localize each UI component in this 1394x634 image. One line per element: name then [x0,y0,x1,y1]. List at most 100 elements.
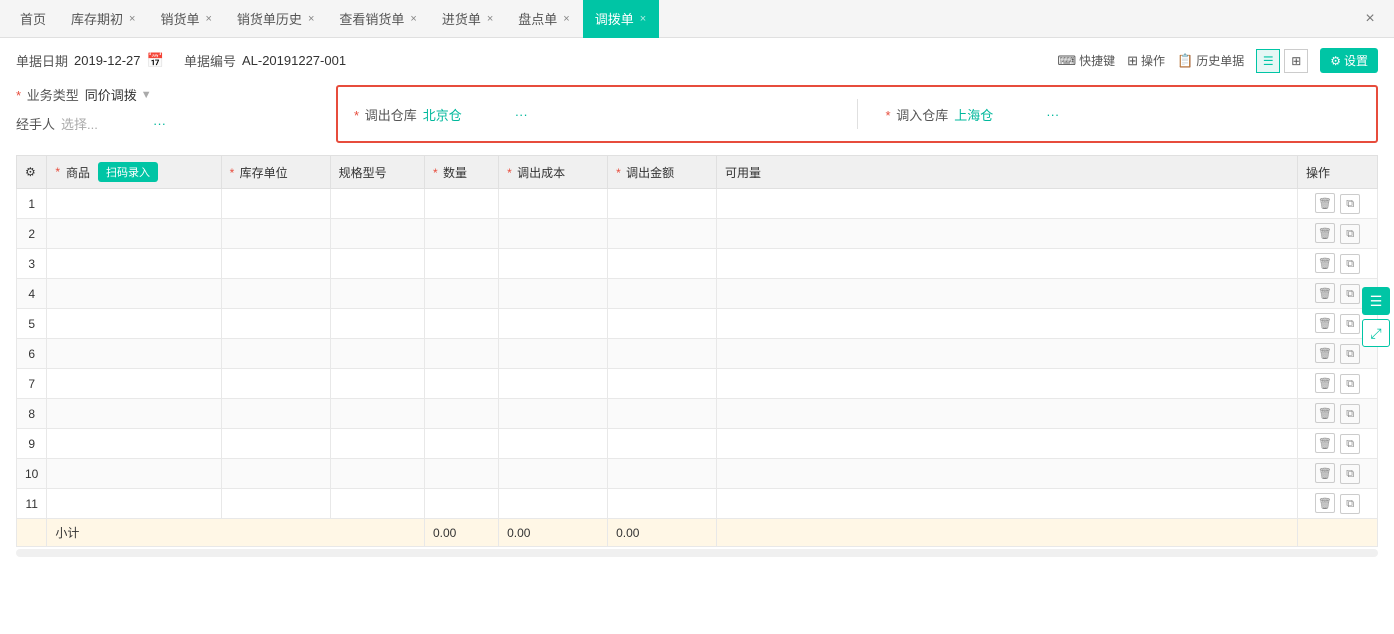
handler-row: 经手人 选择... ··· [16,114,316,133]
tab-view-sales[interactable]: 查看销货单 × [327,0,429,38]
history-link[interactable]: 📋 历史单据 [1177,52,1244,69]
header-actions: ⌨ 快捷键 ⊞ 操作 📋 历史单据 ☰ ⊞ ⚙ 设置 [1057,48,1378,73]
cell-cost-2[interactable] [499,219,608,249]
main-content: 单据日期 2019-12-27 📅 单据编号 AL-20191227-001 ⌨… [0,38,1394,567]
delete-row-10-button[interactable]: 🗑 [1315,463,1335,483]
business-type-row: * 业务类型 同价调拨 ▼ [16,85,316,104]
th-quantity: * 数量 [425,156,499,189]
tab-home[interactable]: 首页 [8,0,59,38]
copy-row-3-button[interactable]: ⧉ [1340,254,1360,274]
cell-cost-3[interactable] [499,249,608,279]
th-product: * 商品 扫码录入 [47,156,221,189]
handler-more-button[interactable]: ··· [153,116,166,131]
scan-button[interactable]: 扫码录入 [98,162,158,182]
tab-sales-history[interactable]: 销货单历史 × [225,0,327,38]
transfer-in-value[interactable]: 上海仓 [954,105,1034,124]
delete-row-5-button[interactable]: 🗑 [1315,313,1335,333]
transfer-out-more-button[interactable]: ··· [515,107,528,122]
tab-close-transfer-order[interactable]: × [640,13,646,25]
tab-sales-order[interactable]: 销货单 × [148,0,224,38]
cell-product-1[interactable] [47,189,221,219]
delete-row-2-button[interactable]: 🗑 [1315,223,1335,243]
cell-product-3[interactable] [47,249,221,279]
settings-gear-icon: ⚙ [1330,54,1341,68]
number-label: 单据编号 [184,51,236,70]
date-value[interactable]: 2019-12-27 [74,53,141,68]
row-num-4: 4 [17,279,47,309]
delete-row-3-button[interactable]: 🗑 [1315,253,1335,273]
cell-unit-2[interactable] [221,219,330,249]
transfer-in-more-button[interactable]: ··· [1046,107,1059,122]
tab-transfer-order[interactable]: 调拨单 × [583,0,659,38]
tab-close-sales-order[interactable]: × [205,13,211,25]
horizontal-scrollbar[interactable] [16,549,1378,557]
delete-row-7-button[interactable]: 🗑 [1315,373,1335,393]
data-table: ⚙ * 商品 扫码录入 * 库存单位 规格型号 [16,155,1378,547]
settings-button[interactable]: ⚙ 设置 [1320,48,1378,73]
table-row: 2 🗑 ⧉ [17,219,1378,249]
cell-quantity-2[interactable] [425,219,499,249]
th-cost: * 调出成本 [499,156,608,189]
delete-row-4-button[interactable]: 🗑 [1315,283,1335,303]
tab-close-inventory-init[interactable]: × [129,13,135,25]
transfer-in-label: * 调入仓库 [886,105,949,124]
cell-amount-1[interactable] [608,189,717,219]
cell-amount-2[interactable] [608,219,717,249]
delete-row-9-button[interactable]: 🗑 [1315,433,1335,453]
form-left: * 业务类型 同价调拨 ▼ 经手人 选择... ··· [16,85,316,133]
business-type-select[interactable]: 同价调拨 ▼ [85,85,152,104]
cell-unit-1[interactable] [221,189,330,219]
tab-close-sales-history[interactable]: × [308,13,314,25]
tab-close-view-sales[interactable]: × [410,13,416,25]
sidebar-list-button[interactable]: ☰ [1362,287,1390,315]
cell-spec-1[interactable] [330,189,424,219]
cell-unit-3[interactable] [221,249,330,279]
cell-available-2[interactable] [717,219,1298,249]
row-num-3: 3 [17,249,47,279]
sidebar-expand-button[interactable]: ⤢ [1362,319,1390,347]
tab-close-inventory-check[interactable]: × [563,13,569,25]
delete-row-8-button[interactable]: 🗑 [1315,403,1335,423]
copy-row-8-button[interactable]: ⧉ [1340,404,1360,424]
grid-list-button[interactable]: ☰ [1256,49,1280,73]
tab-close-purchase-order[interactable]: × [487,13,493,25]
copy-row-11-button[interactable]: ⧉ [1340,494,1360,514]
delete-row-11-button[interactable]: 🗑 [1315,493,1335,513]
table-row: 1 🗑 ⧉ [17,189,1378,219]
subtotal-amount: 0.00 [608,519,717,547]
right-sidebar: ☰ ⤢ [1358,283,1394,351]
cell-quantity-3[interactable] [425,249,499,279]
cell-available-3[interactable] [717,249,1298,279]
cell-cost-1[interactable] [499,189,608,219]
transfer-out-value[interactable]: 北京仓 [423,105,503,124]
cell-product-2[interactable] [47,219,221,249]
tab-inventory-check[interactable]: 盘点单 × [506,0,582,38]
table-gear-icon[interactable]: ⚙ [25,165,36,179]
business-type-dropdown-icon[interactable]: ▼ [141,89,152,101]
copy-row-9-button[interactable]: ⧉ [1340,434,1360,454]
cell-spec-2[interactable] [330,219,424,249]
th-settings[interactable]: ⚙ [17,156,47,189]
tab-purchase-order[interactable]: 进货单 × [430,0,506,38]
cell-spec-3[interactable] [330,249,424,279]
window-close-button[interactable]: × [1354,0,1386,38]
row-num-2: 2 [17,219,47,249]
header-row: 单据日期 2019-12-27 📅 单据编号 AL-20191227-001 ⌨… [16,48,1378,73]
handler-select[interactable]: 选择... [61,114,141,133]
copy-row-2-button[interactable]: ⧉ [1340,224,1360,244]
tab-inventory-init[interactable]: 库存期初 × [59,0,148,38]
calendar-icon[interactable]: 📅 [147,52,164,69]
delete-row-6-button[interactable]: 🗑 [1315,343,1335,363]
copy-row-10-button[interactable]: ⧉ [1340,464,1360,484]
transfer-out-label: * 调出仓库 [354,105,417,124]
cell-amount-3[interactable] [608,249,717,279]
copy-row-1-button[interactable]: ⧉ [1340,194,1360,214]
shortcuts-link[interactable]: ⌨ 快捷键 [1057,52,1115,69]
cell-available-1[interactable] [717,189,1298,219]
operations-link[interactable]: ⊞ 操作 [1127,52,1165,69]
cell-quantity-1[interactable] [425,189,499,219]
grid-view-buttons: ☰ ⊞ [1256,49,1308,73]
delete-row-1-button[interactable]: 🗑 [1315,193,1335,213]
copy-row-7-button[interactable]: ⧉ [1340,374,1360,394]
grid-table-button[interactable]: ⊞ [1284,49,1308,73]
